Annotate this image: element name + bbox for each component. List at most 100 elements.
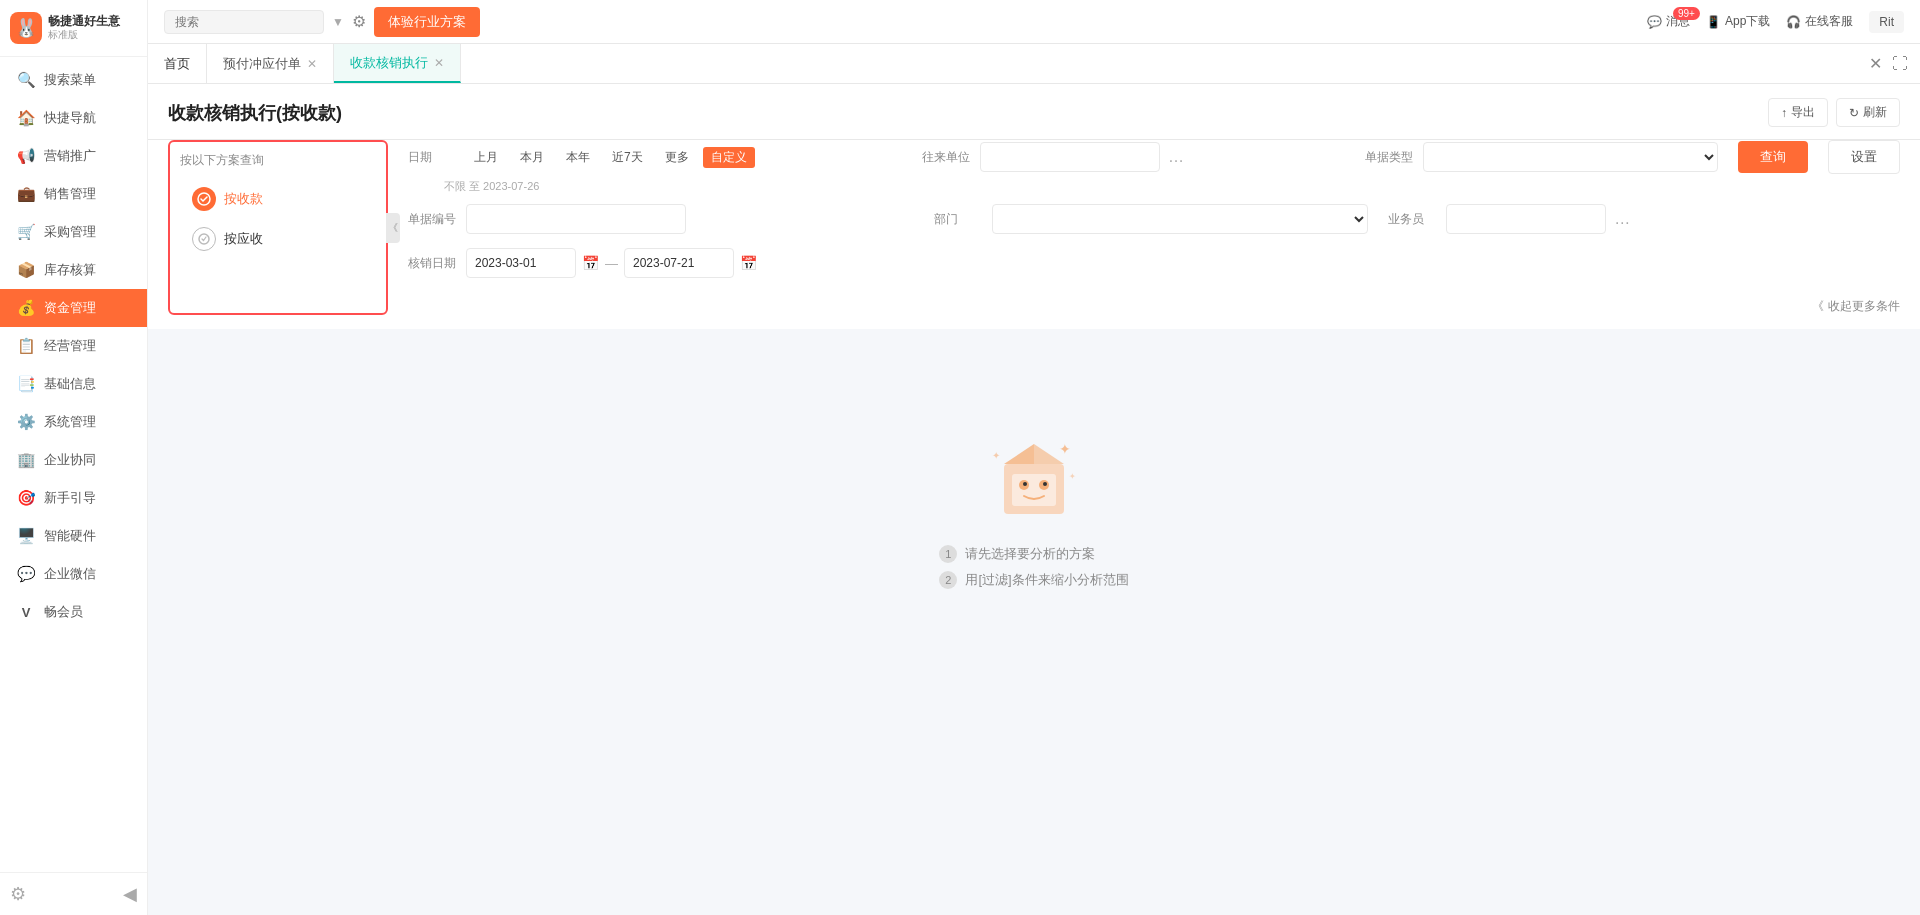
filter-panel: 按以下方案查询 按收款 xyxy=(148,140,1920,329)
date-range: 📅 — 📅 xyxy=(466,248,757,278)
doctype-select[interactable] xyxy=(1423,142,1718,172)
date-btn-this-year[interactable]: 本年 xyxy=(558,147,598,168)
query-btn[interactable]: 查询 xyxy=(1738,141,1808,173)
industry-btn[interactable]: 体验行业方案 xyxy=(374,7,480,37)
tip-num-1: 1 xyxy=(939,545,957,563)
sidebar-settings-icon[interactable]: ⚙ xyxy=(10,883,26,905)
sidebar-item-marketing[interactable]: 📢 营销推广 xyxy=(0,137,147,175)
sales-nav-icon: 💼 xyxy=(16,185,36,203)
sidebar-item-wechat[interactable]: 💬 企业微信 xyxy=(0,555,147,593)
main-area: ▼ ⚙ 体验行业方案 💬 消息 99+ 📱 App下载 🎧 在线客服 Rit 首… xyxy=(148,0,1920,915)
topbar-search-input[interactable] xyxy=(164,10,324,34)
filter-panel-title: 按以下方案查询 xyxy=(180,152,376,169)
partner-input[interactable] xyxy=(980,142,1160,172)
cooperation-nav-icon: 🏢 xyxy=(16,451,36,469)
tab-home[interactable]: 首页 xyxy=(148,44,207,83)
doctype-filter-label: 单据类型 xyxy=(1365,149,1415,166)
sidebar-item-cooperation[interactable]: 🏢 企业协同 xyxy=(0,441,147,479)
logo-icon: 🐰 xyxy=(10,12,42,44)
content-area: 收款核销执行(按收款) ↑ 导出 ↻ 刷新 xyxy=(148,84,1920,915)
filter-collapse-btn[interactable]: 《 xyxy=(386,213,400,243)
topbar-service-btn[interactable]: 🎧 在线客服 xyxy=(1786,13,1853,30)
tab-close-btn[interactable]: ✕ xyxy=(1869,54,1882,73)
calendar-end-icon[interactable]: 📅 xyxy=(740,255,757,271)
tab-collection-close-icon[interactable]: ✕ xyxy=(434,56,444,70)
date-custom-badge[interactable]: 自定义 xyxy=(703,147,755,168)
dept-select[interactable] xyxy=(992,204,1368,234)
collapse-more-btn[interactable]: 《 收起更多条件 xyxy=(1812,298,1900,315)
staff-filter-label: 业务员 xyxy=(1388,211,1438,228)
tab-prepay-label: 预付冲应付单 xyxy=(223,55,301,73)
tab-prepay[interactable]: 预付冲应付单 ✕ xyxy=(207,44,334,83)
topbar-message-btn[interactable]: 💬 消息 99+ xyxy=(1647,13,1690,30)
svg-text:✦: ✦ xyxy=(992,450,1000,461)
filter-field-voucher: 单据编号 xyxy=(408,204,914,234)
sidebar-collapse-icon[interactable]: ◀ xyxy=(123,883,137,905)
hardware-nav-icon: 🖥️ xyxy=(16,527,36,545)
sidebar-item-basic[interactable]: 📑 基础信息 xyxy=(0,365,147,403)
verify-date-end-input[interactable] xyxy=(624,248,734,278)
date-btn-more[interactable]: 更多 xyxy=(657,147,697,168)
sidebar-item-search[interactable]: 🔍 搜索菜单 xyxy=(0,61,147,99)
voucher-input[interactable] xyxy=(466,204,686,234)
date-quick-btns: 上月 本月 本年 近7天 更多 自定义 xyxy=(466,147,755,168)
tab-collection[interactable]: 收款核销执行 ✕ xyxy=(334,44,461,83)
sidebar-item-label: 搜索菜单 xyxy=(44,71,96,89)
sidebar-item-sales[interactable]: 💼 销售管理 xyxy=(0,175,147,213)
sidebar-item-hardware[interactable]: 🖥️ 智能硬件 xyxy=(0,517,147,555)
filter-option-receivable[interactable]: 按应收 xyxy=(180,219,376,259)
sidebar-bottom: ⚙ ◀ xyxy=(0,872,147,915)
chevron-down-icon: ▼ xyxy=(332,15,344,29)
sidebar-item-finance[interactable]: 💰 资金管理 xyxy=(0,289,147,327)
tab-spacer xyxy=(461,44,1857,83)
svg-text:✦: ✦ xyxy=(1069,472,1076,481)
settings-btn[interactable]: 设置 xyxy=(1828,140,1900,174)
staff-input[interactable] xyxy=(1446,204,1606,234)
sidebar-item-member[interactable]: V 畅会员 xyxy=(0,593,147,631)
topbar-user[interactable]: Rit xyxy=(1869,11,1904,33)
receivable-option-icon xyxy=(192,227,216,251)
wechat-nav-icon: 💬 xyxy=(16,565,36,583)
sidebar-item-inventory[interactable]: 📦 库存核算 xyxy=(0,251,147,289)
search-nav-icon: 🔍 xyxy=(16,71,36,89)
inventory-nav-icon: 📦 xyxy=(16,261,36,279)
empty-tip-1: 1 请先选择要分析的方案 xyxy=(939,545,1128,563)
sidebar-item-purchase[interactable]: 🛒 采购管理 xyxy=(0,213,147,251)
empty-tips: 1 请先选择要分析的方案 2 用[过滤]条件来缩小分析范围 xyxy=(939,545,1128,589)
partner-more-icon[interactable]: … xyxy=(1168,148,1184,166)
sidebar-item-system[interactable]: ⚙️ 系统管理 xyxy=(0,403,147,441)
sidebar-item-label: 新手引导 xyxy=(44,489,96,507)
sidebar-item-guide[interactable]: 🎯 新手引导 xyxy=(0,479,147,517)
topbar-app-btn[interactable]: 📱 App下载 xyxy=(1706,13,1770,30)
topbar-gear-icon[interactable]: ⚙ xyxy=(352,12,366,31)
sidebar-item-shortcut[interactable]: 🏠 快捷导航 xyxy=(0,99,147,137)
filter-row-3: 核销日期 📅 — 📅 xyxy=(408,248,1900,278)
date-filter-label: 日期 xyxy=(408,149,458,166)
sidebar-item-label: 资金管理 xyxy=(44,299,96,317)
home-nav-icon: 🏠 xyxy=(16,109,36,127)
sidebar-item-label: 销售管理 xyxy=(44,185,96,203)
verify-date-start-input[interactable] xyxy=(466,248,576,278)
guide-nav-icon: 🎯 xyxy=(16,489,36,507)
date-btn-7days[interactable]: 近7天 xyxy=(604,147,651,168)
tab-prepay-close-icon[interactable]: ✕ xyxy=(307,57,317,71)
filter-option-receipt[interactable]: 按收款 xyxy=(180,179,376,219)
refresh-btn[interactable]: ↻ 刷新 xyxy=(1836,98,1900,127)
date-btn-last-month[interactable]: 上月 xyxy=(466,147,506,168)
receipt-option-label: 按收款 xyxy=(224,190,263,208)
sidebar-nav: 🔍 搜索菜单 🏠 快捷导航 📢 营销推广 💼 销售管理 🛒 采购管理 📦 库存核… xyxy=(0,57,147,872)
export-icon: ↑ xyxy=(1781,106,1787,120)
calendar-start-icon[interactable]: 📅 xyxy=(582,255,599,271)
staff-more-icon[interactable]: … xyxy=(1614,210,1630,228)
tab-expand-btn[interactable]: ⛶ xyxy=(1892,55,1908,73)
sidebar-item-operation[interactable]: 📋 经营管理 xyxy=(0,327,147,365)
app-icon: 📱 xyxy=(1706,15,1721,29)
svg-marker-3 xyxy=(1004,444,1034,464)
filter-row-1: 日期 上月 本月 本年 近7天 更多 自定义 xyxy=(408,140,1900,174)
export-btn[interactable]: ↑ 导出 xyxy=(1768,98,1828,127)
refresh-icon: ↻ xyxy=(1849,106,1859,120)
filter-field-verify-date: 核销日期 📅 — 📅 xyxy=(408,248,980,278)
member-nav-icon: V xyxy=(16,605,36,620)
filter-field-dept: 部门 xyxy=(934,204,1368,234)
date-btn-this-month[interactable]: 本月 xyxy=(512,147,552,168)
